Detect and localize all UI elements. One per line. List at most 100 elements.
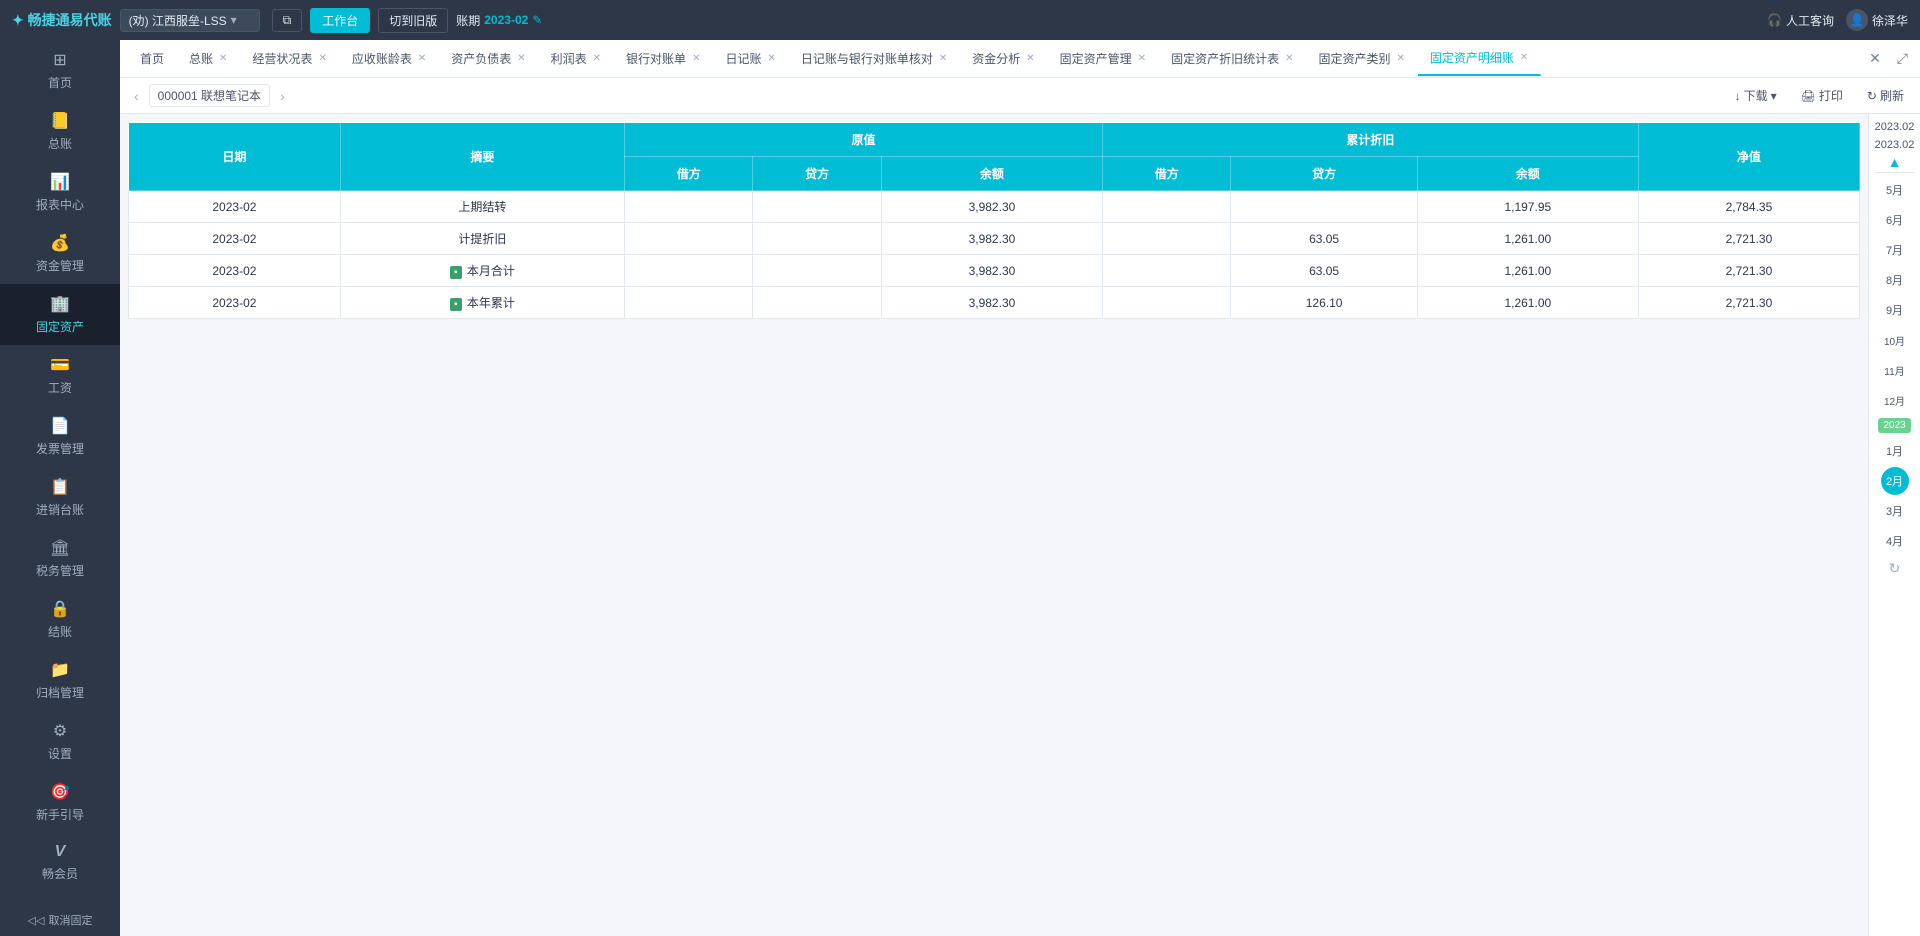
cell-dep-credit-1: 63.05 xyxy=(1231,223,1417,255)
tab-close-capital[interactable]: ✕ xyxy=(1026,53,1034,64)
app-logo: ✦ 畅捷通易代账 xyxy=(12,10,112,30)
tab-fixed-class[interactable]: 固定资产类别 ✕ xyxy=(1306,42,1417,75)
chevron-down-icon: ▾ xyxy=(231,13,237,27)
close-all-tabs-button[interactable]: ✕ xyxy=(1865,46,1885,71)
cell-dep-debit-3 xyxy=(1102,287,1230,319)
tab-close-balance[interactable]: ✕ xyxy=(517,53,525,64)
right-panel-date-top: 2023.02 xyxy=(1873,118,1917,136)
tab-fixed-dep[interactable]: 固定资产折旧统计表 ✕ xyxy=(1159,42,1306,75)
month-6[interactable]: 6月 xyxy=(1881,206,1909,234)
col-orig-balance: 余额 xyxy=(881,157,1102,191)
tab-close-fixed-dep[interactable]: ✕ xyxy=(1285,53,1293,64)
tab-capital-analysis[interactable]: 资金分析 ✕ xyxy=(960,42,1047,75)
customer-service[interactable]: 🎧 人工客询 xyxy=(1767,12,1834,29)
cell-dep-credit-0 xyxy=(1231,191,1417,223)
month-10[interactable]: 10月 xyxy=(1881,326,1909,354)
tab-close-fixed-mgmt[interactable]: ✕ xyxy=(1138,53,1146,64)
sidebar-item-guide[interactable]: 🎯 新手引导 xyxy=(0,772,120,833)
user-avatar[interactable]: 👤 徐泽华 xyxy=(1846,9,1908,31)
unpin-icon: ◁◁ xyxy=(28,914,45,927)
tab-operating[interactable]: 经营状况表 ✕ xyxy=(240,42,339,75)
switch-old-button[interactable]: 切到旧版 xyxy=(378,8,448,33)
copy-button[interactable]: ⧉ xyxy=(272,9,303,32)
month-3[interactable]: 3月 xyxy=(1881,497,1909,525)
tab-close-journal-bank[interactable]: ✕ xyxy=(939,53,947,64)
col-net-value: 净值 xyxy=(1638,123,1859,191)
print-icon: 🖨 xyxy=(1801,89,1816,103)
tab-close-operating[interactable]: ✕ xyxy=(318,53,326,64)
sidebar-item-fixed-assets[interactable]: 🏢 固定资产 xyxy=(0,284,120,345)
tab-close-profit[interactable]: ✕ xyxy=(593,53,601,64)
sidebar-item-tax[interactable]: 🏛 税务管理 xyxy=(0,528,120,589)
cell-orig-debit-0 xyxy=(625,191,753,223)
tab-close-fixed-detail[interactable]: ✕ xyxy=(1520,52,1528,63)
cell-orig-credit-0 xyxy=(753,191,881,223)
sidebar: ⊞ 首页 📒 总账 📊 报表中心 💰 资金管理 🏢 固定资产 💳 工资 📄 发票… xyxy=(0,40,120,936)
sidebar-item-closing[interactable]: 🔒 结账 xyxy=(0,589,120,650)
sidebar-item-invoice[interactable]: 📄 发票管理 xyxy=(0,406,120,467)
sidebar-item-reports[interactable]: 📊 报表中心 xyxy=(0,162,120,223)
tab-fixed-mgmt[interactable]: 固定资产管理 ✕ xyxy=(1048,42,1159,75)
month-8[interactable]: 8月 xyxy=(1881,266,1909,294)
subnav-next-arrow[interactable]: › xyxy=(274,86,291,106)
tab-home[interactable]: 首页 xyxy=(128,42,177,75)
tab-close-bank[interactable]: ✕ xyxy=(692,53,700,64)
subnav-prev-arrow[interactable]: ‹ xyxy=(128,86,145,106)
month-9[interactable]: 9月 xyxy=(1881,296,1909,324)
month-2-active[interactable]: 2月 xyxy=(1881,467,1909,495)
tab-close-fixed-class[interactable]: ✕ xyxy=(1397,53,1405,64)
table-row: 2023-02 ▪ 本月合计 3,982.30 63.05 1,261.00 xyxy=(129,255,1860,287)
sidebar-item-settings[interactable]: ⚙ 设置 xyxy=(0,711,120,772)
print-button[interactable]: 🖨 打印 xyxy=(1793,85,1851,106)
cell-date-0: 2023-02 xyxy=(129,191,341,223)
cell-orig-debit-3 xyxy=(625,287,753,319)
tab-journal-bank[interactable]: 日记账与银行对账单核对 ✕ xyxy=(789,42,960,75)
col-summary: 摘要 xyxy=(340,123,624,191)
refresh-button[interactable]: ↻ 刷新 xyxy=(1859,85,1912,106)
avatar-icon: 👤 xyxy=(1846,9,1868,31)
sidebar-item-home[interactable]: ⊞ 首页 xyxy=(0,40,120,101)
main-layout: ⊞ 首页 📒 总账 📊 报表中心 💰 资金管理 🏢 固定资产 💳 工资 📄 发票… xyxy=(0,40,1920,936)
sidebar-item-capital[interactable]: 💰 资金管理 xyxy=(0,223,120,284)
download-button[interactable]: ↓ 下载 ▾ xyxy=(1727,85,1785,106)
cell-orig-balance-3: 3,982.30 xyxy=(881,287,1102,319)
cell-date-2: 2023-02 xyxy=(129,255,341,287)
tab-close-journal[interactable]: ✕ xyxy=(767,53,775,64)
month-7[interactable]: 7月 xyxy=(1881,236,1909,264)
sidebar-item-archive[interactable]: 📁 归档管理 xyxy=(0,650,120,711)
tab-close-ledger[interactable]: ✕ xyxy=(219,53,227,64)
period-edit-icon[interactable]: ✎ xyxy=(532,13,542,27)
tab-profit[interactable]: 利润表 ✕ xyxy=(539,42,614,75)
sidebar-item-ledger[interactable]: 📒 总账 xyxy=(0,101,120,162)
archive-icon: 📁 xyxy=(50,660,70,680)
cell-dep-credit-3: 126.10 xyxy=(1231,287,1417,319)
tab-receivable[interactable]: 应收账龄表 ✕ xyxy=(340,42,439,75)
sidebar-item-salary[interactable]: 💳 工资 xyxy=(0,345,120,406)
sidebar-unpin[interactable]: ◁◁ 取消固定 xyxy=(0,904,120,936)
maximize-button[interactable]: ⤢ xyxy=(1893,46,1912,71)
tab-bank[interactable]: 银行对账单 ✕ xyxy=(614,42,713,75)
cell-orig-balance-0: 3,982.30 xyxy=(881,191,1102,223)
month-12[interactable]: 12月 xyxy=(1881,386,1909,414)
fixed-assets-icon: 🏢 xyxy=(50,294,70,314)
sidebar-item-member[interactable]: V 畅会员 xyxy=(0,833,120,892)
tab-close-receivable[interactable]: ✕ xyxy=(418,53,426,64)
col-dep-debit: 借方 xyxy=(1102,157,1230,191)
tab-fixed-detail[interactable]: 固定资产明细账 ✕ xyxy=(1418,41,1541,76)
month-1[interactable]: 1月 xyxy=(1881,437,1909,465)
tab-bar: 首页 总账 ✕ 经营状况表 ✕ 应收账龄表 ✕ 资产负债表 ✕ 利润表 ✕ xyxy=(120,40,1920,78)
month-11[interactable]: 11月 xyxy=(1881,356,1909,384)
summary-tag-2: ▪ xyxy=(450,266,462,279)
month-4[interactable]: 4月 xyxy=(1881,527,1909,555)
company-selector[interactable]: (劝) 江西服垒-LSS ▾ xyxy=(120,9,260,32)
tab-balance[interactable]: 资产负债表 ✕ xyxy=(439,42,538,75)
tab-journal[interactable]: 日记账 ✕ xyxy=(713,42,788,75)
tab-ledger[interactable]: 总账 ✕ xyxy=(177,42,240,75)
home-icon: ⊞ xyxy=(53,50,66,70)
sidebar-item-sales[interactable]: 📋 进销台账 xyxy=(0,467,120,528)
scroll-up-arrow[interactable]: ▲ xyxy=(1888,154,1902,170)
workbench-button[interactable]: 工作台 xyxy=(310,8,370,33)
cell-orig-credit-2 xyxy=(753,255,881,287)
month-5[interactable]: 5月 xyxy=(1881,176,1909,204)
panel-refresh-button[interactable]: ↻ xyxy=(1889,560,1901,577)
